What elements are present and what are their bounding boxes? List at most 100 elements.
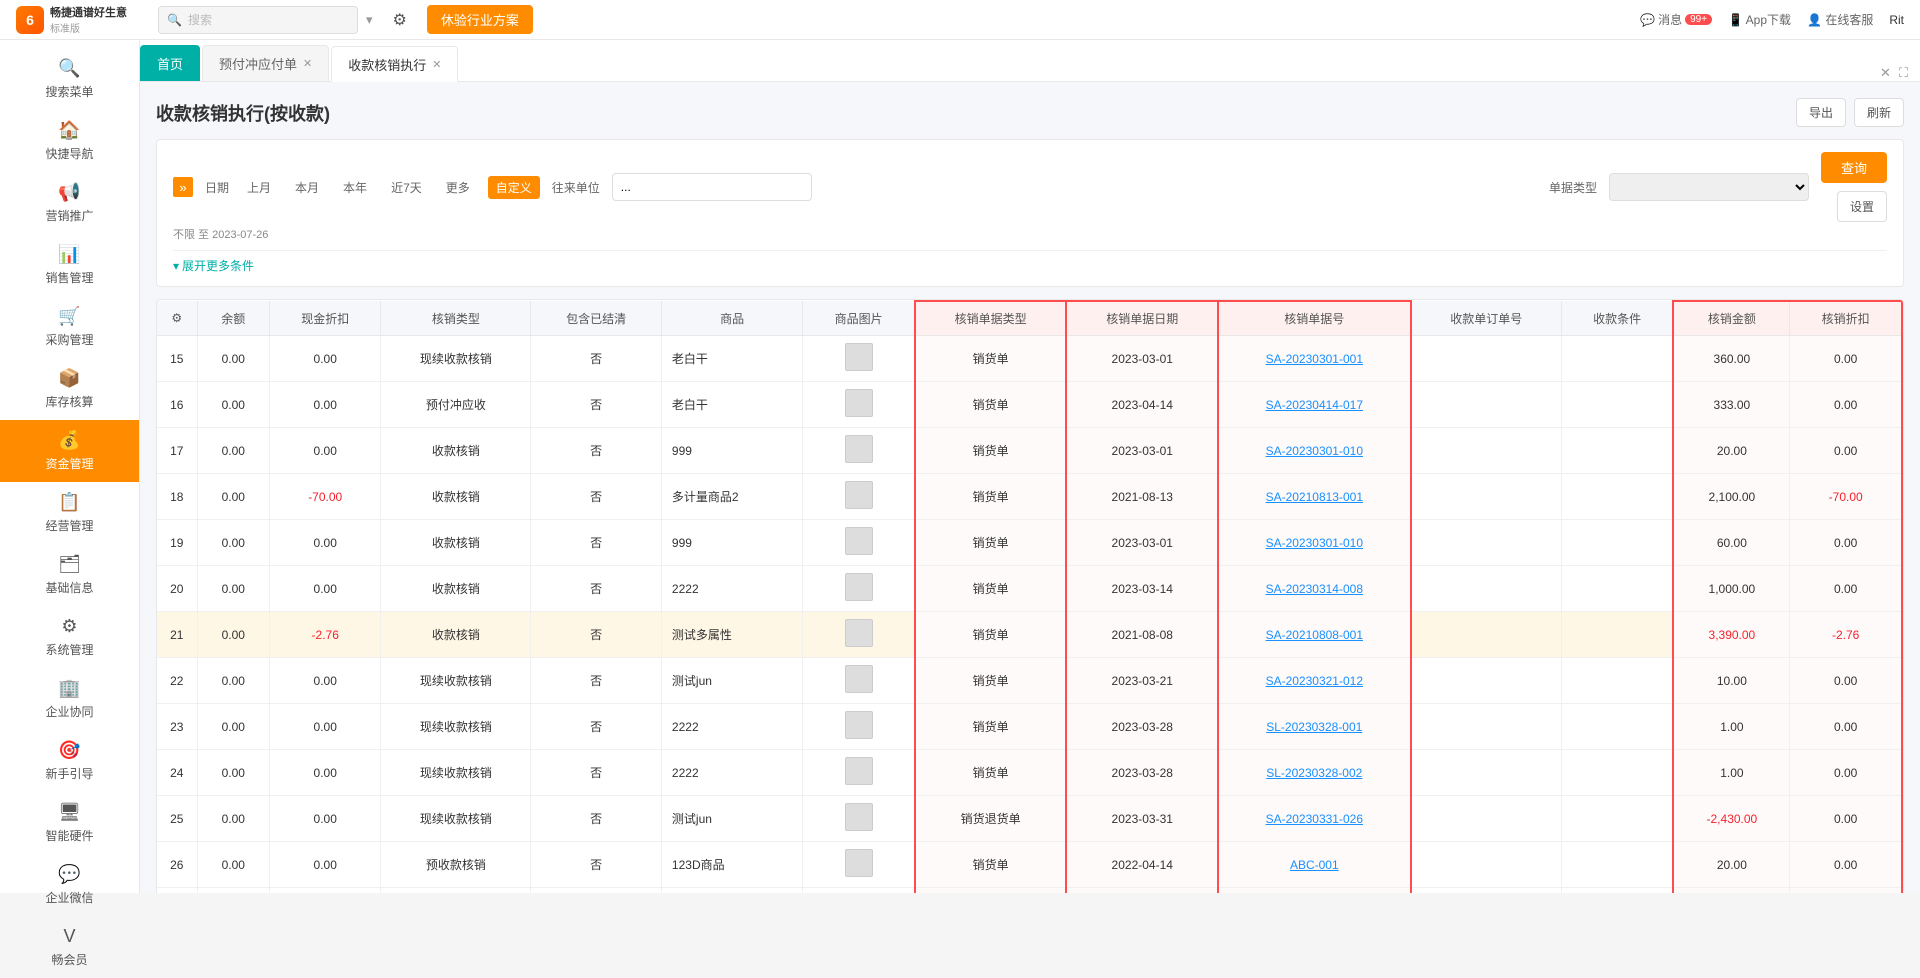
cell-verify-amount: 2,100.00	[1673, 474, 1789, 520]
sidebar-item-guide[interactable]: 🎯 新手引导	[0, 730, 139, 792]
cell-settled: 否	[531, 382, 662, 428]
date-custom[interactable]: 自定义	[488, 176, 540, 199]
cell-goods-img	[803, 336, 915, 382]
date-range-display: 不限 至 2023-07-26	[173, 226, 1887, 242]
cell-settled: 否	[531, 796, 662, 842]
sidebar-item-wechat[interactable]: 💬 企业微信	[0, 854, 139, 916]
cell-verify-discount: 0.00	[1790, 796, 1902, 842]
cell-verify-discount: 0.00	[1790, 382, 1902, 428]
page-header: 收款核销执行(按收款) 导出 刷新	[156, 98, 1904, 127]
doc-type-label: 单据类型	[1549, 179, 1597, 196]
main-area: 首页 预付冲应付单 ✕ 收款核销执行 ✕ ✕ ⛶ 收款核销执行(按收款) 导出	[140, 40, 1920, 893]
cell-verify-amount: 3,390.00	[1673, 612, 1789, 658]
app-download-btn[interactable]: 📱 App下载	[1728, 11, 1791, 28]
refresh-btn[interactable]: 刷新	[1854, 98, 1904, 127]
sidebar-item-system[interactable]: ⚙ 系统管理	[0, 606, 139, 668]
cell-verify-doc-no[interactable]: SL-20230328-001	[1218, 704, 1411, 750]
cell-settled: 否	[531, 474, 662, 520]
date-more[interactable]: 更多	[440, 177, 476, 198]
doc-type-select[interactable]	[1609, 173, 1809, 201]
setting-btn[interactable]: 设置	[1837, 191, 1887, 222]
cell-goods: 999	[661, 520, 802, 566]
tab-receipt-close[interactable]: ✕	[432, 58, 441, 71]
export-btn[interactable]: 导出	[1796, 98, 1846, 127]
cell-verify-doc-no[interactable]: SA-20230314-008	[1218, 566, 1411, 612]
cell-verify-doc-no[interactable]: SA-20230301-010	[1218, 428, 1411, 474]
cell-goods: 999	[661, 428, 802, 474]
tab-prepay-close[interactable]: ✕	[303, 57, 312, 70]
sidebar-item-quick[interactable]: 🏠 快捷导航	[0, 110, 139, 172]
tab-home[interactable]: 首页	[140, 45, 200, 81]
cell-verify-doc-no[interactable]: ABC-001	[1218, 842, 1411, 888]
cell-verify-discount: 0.00	[1790, 888, 1902, 894]
table-row: 15 0.00 0.00 现续收款核销 否 老白干 销货单 2023-03-01…	[157, 336, 1902, 382]
cell-verify-doc-date: 2023-03-28	[1066, 704, 1218, 750]
date-7days[interactable]: 近7天	[385, 177, 428, 198]
sidebar-item-inventory[interactable]: 📦 库存核算	[0, 358, 139, 420]
table-row: 22 0.00 0.00 现续收款核销 否 测试jun 销货单 2023-03-…	[157, 658, 1902, 704]
source-input[interactable]	[612, 173, 812, 201]
capital-icon: 💰	[58, 430, 80, 451]
cell-verify-type: 收款核销	[381, 428, 531, 474]
cell-verify-doc-no[interactable]: SA-20230301-001	[1218, 336, 1411, 382]
th-verify-amount: 核销金额	[1673, 301, 1789, 336]
gear-btn[interactable]: ⚙	[381, 5, 419, 35]
online-service-btn[interactable]: 👤 在线客服	[1807, 11, 1873, 28]
cell-verify-amount: 20.00	[1673, 428, 1789, 474]
cell-verify-doc-no[interactable]: SA-20230321-012	[1218, 658, 1411, 704]
cell-verify-doc-date: 2023-03-01	[1066, 520, 1218, 566]
date-this-year[interactable]: 本年	[337, 177, 373, 198]
cell-verify-discount: -70.00	[1790, 474, 1902, 520]
cell-verify-doc-no[interactable]: SA-20230331-026	[1218, 796, 1411, 842]
sidebar-item-operations[interactable]: 📋 经营管理	[0, 482, 139, 544]
date-this-month[interactable]: 本月	[289, 177, 325, 198]
cell-seq: 17	[157, 428, 197, 474]
cell-verify-doc-no[interactable]: SA-20210813-001	[1218, 474, 1411, 520]
tab-receipt[interactable]: 收款核销执行 ✕	[331, 46, 458, 82]
cell-seq: 24	[157, 750, 197, 796]
table-header-row: ⚙ 余额 现金折扣 核销类型 包含已结清 商品 商品图片 核销单据类型 核销单据…	[157, 301, 1902, 336]
query-btn[interactable]: 查询	[1821, 152, 1887, 183]
tab-prepay[interactable]: 预付冲应付单 ✕	[202, 45, 329, 81]
basic-icon: 🗂	[58, 554, 81, 575]
th-goods: 商品	[661, 301, 802, 336]
expand-more-btn[interactable]: ▾ 展开更多条件	[173, 257, 1887, 274]
cell-verify-doc-no[interactable]: SA-20210808-001	[1218, 612, 1411, 658]
sidebar-item-purchase[interactable]: 🛒 采购管理	[0, 296, 139, 358]
cell-seq: 27	[157, 888, 197, 894]
sidebar-item-capital[interactable]: 💰 资金管理	[0, 420, 139, 482]
cell-verify-doc-no[interactable]: SL-20230328-002	[1218, 750, 1411, 796]
sidebar-item-search[interactable]: 🔍 搜索菜单	[0, 48, 139, 110]
cell-receipt-order-no	[1411, 520, 1562, 566]
th-settings[interactable]: ⚙	[157, 301, 197, 336]
sidebar-item-sales[interactable]: 📊 销售管理	[0, 234, 139, 296]
cell-verify-doc-no[interactable]: SA-20230414-017	[1218, 382, 1411, 428]
cell-settled: 否	[531, 336, 662, 382]
top-search[interactable]: 🔍 搜索	[158, 6, 358, 34]
member-icon: V	[63, 926, 75, 947]
cell-verify-type: 收款核销	[381, 566, 531, 612]
cell-goods: 2222	[661, 566, 802, 612]
sidebar-item-hardware[interactable]: 🖥 智能硬件	[0, 792, 139, 854]
cell-verify-doc-no[interactable]: SL-20230408-001	[1218, 888, 1411, 894]
cell-receipt-order-no	[1411, 474, 1562, 520]
cell-goods: 2222	[661, 704, 802, 750]
tab-close-all-icon[interactable]: ✕	[1880, 65, 1891, 81]
cell-verify-doc-no[interactable]: SA-20230301-010	[1218, 520, 1411, 566]
dropdown-arrow[interactable]: ▾	[366, 12, 373, 28]
cell-goods-img	[803, 658, 915, 704]
th-goods-img: 商品图片	[803, 301, 915, 336]
sidebar-item-marketing[interactable]: 📢 营销推广	[0, 172, 139, 234]
sidebar-item-enterprise[interactable]: 🏢 企业协同	[0, 668, 139, 730]
cell-receipt-order-no	[1411, 566, 1562, 612]
tab-expand-icon[interactable]: ⛶	[1899, 65, 1908, 81]
cell-verify-doc-date: 2023-04-08	[1066, 888, 1218, 894]
sidebar-item-basic[interactable]: 🗂 基础信息	[0, 544, 139, 606]
message-btn[interactable]: 💬 消息 99+	[1640, 11, 1712, 28]
cell-settled: 否	[531, 842, 662, 888]
user-name[interactable]: Rit	[1889, 13, 1904, 27]
filter-expand-arrow[interactable]: »	[173, 177, 193, 197]
sidebar-item-member[interactable]: V 畅会员	[0, 916, 139, 978]
date-last-month[interactable]: 上月	[241, 177, 277, 198]
industry-btn[interactable]: 休验行业方案	[427, 5, 533, 34]
